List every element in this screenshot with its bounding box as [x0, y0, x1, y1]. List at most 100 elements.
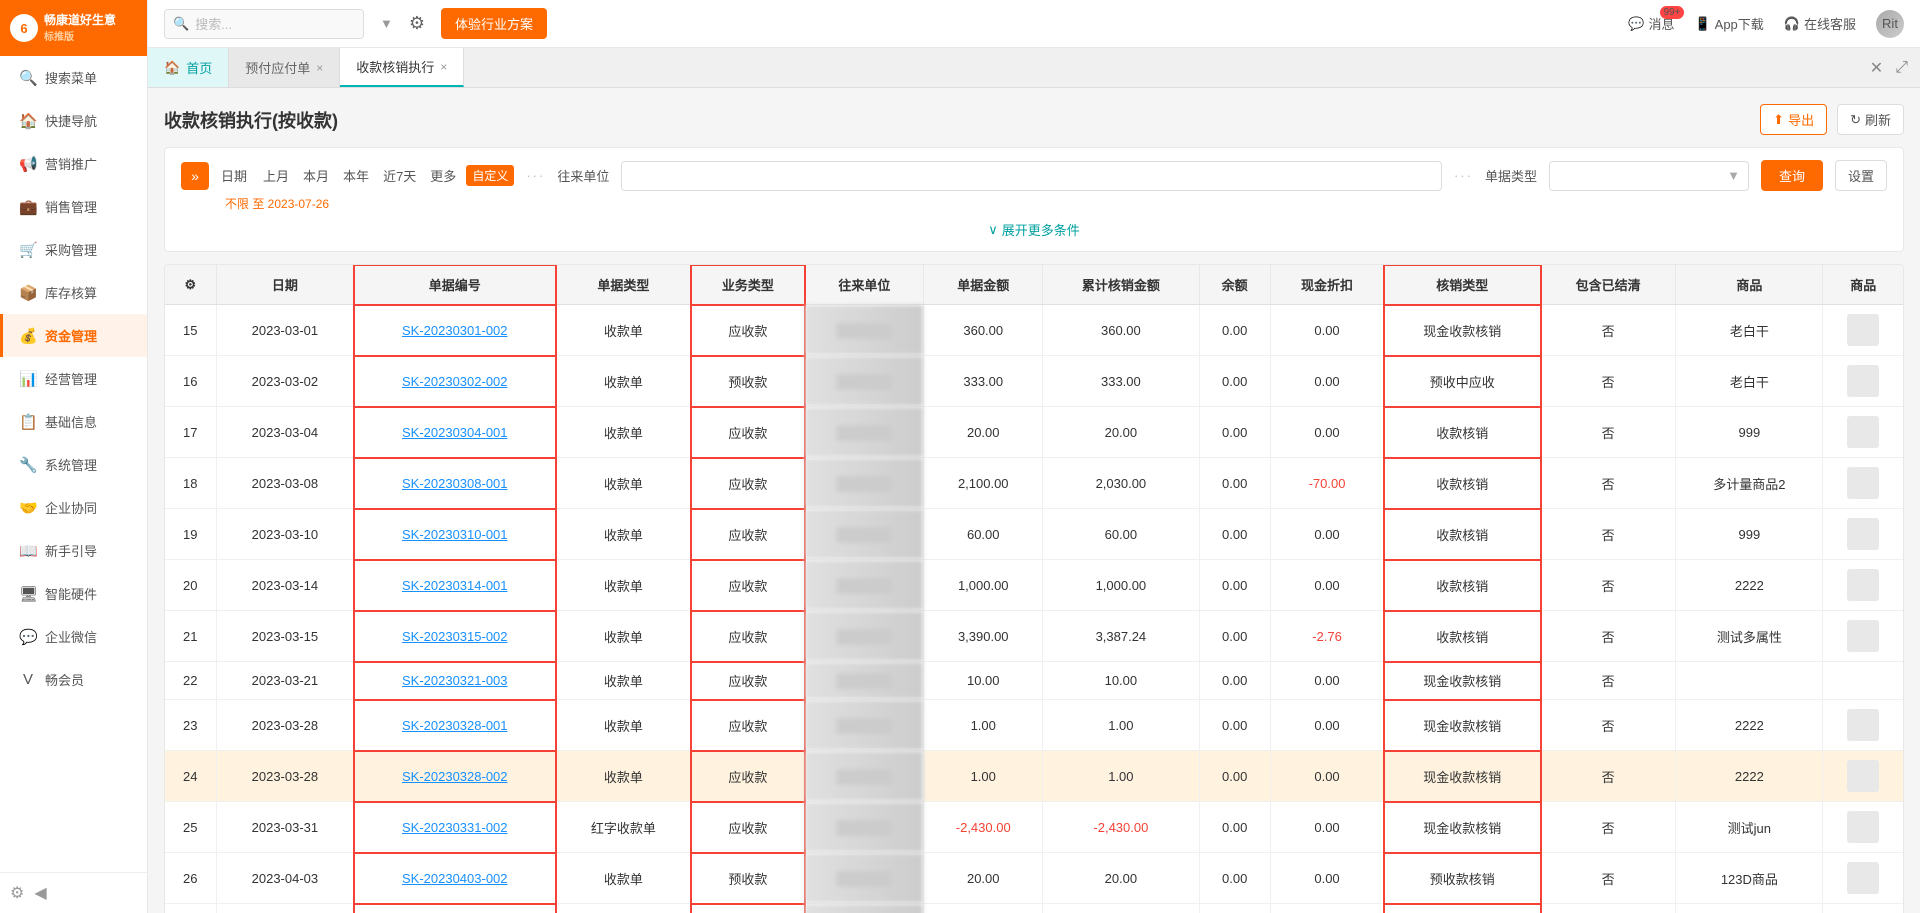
row-balance: 0.00 [1199, 560, 1270, 611]
row-bill-no[interactable]: SK-20230310-001 [354, 509, 556, 560]
sidebar-item-capital[interactable]: 💰资金管理 [0, 314, 147, 357]
row-bill-no[interactable]: SK-20230328-001 [354, 700, 556, 751]
message-notification[interactable]: 💬 消息 99+ [1628, 14, 1674, 33]
date-opt-this-year[interactable]: 本年 [339, 164, 373, 187]
date-opt-this-month[interactable]: 本月 [299, 164, 333, 187]
settings-button[interactable]: 设置 [1835, 160, 1887, 191]
row-date: 2023-03-15 [216, 611, 354, 662]
row-counterpart: ██████ [805, 904, 924, 913]
sidebar-item-system[interactable]: 🔧系统管理 [0, 443, 147, 486]
row-counterpart: ██████ [805, 751, 924, 802]
row-bill-no[interactable]: SK-20230315-002 [354, 611, 556, 662]
row-biz-type: 应收款 [691, 458, 805, 509]
sidebar-item-guide[interactable]: 📖新手引导 [0, 529, 147, 572]
row-included: 否 [1541, 560, 1676, 611]
sidebar-item-hardware[interactable]: 🖥智能硬件 [0, 572, 147, 615]
row-included: 否 [1541, 611, 1676, 662]
row-bill-type: 收款单 [556, 904, 691, 913]
date-opt-more[interactable]: 更多 [426, 164, 460, 187]
sidebar-item-purchase[interactable]: 🛒采购管理 [0, 228, 147, 271]
tab-prepay[interactable]: 预付应付单 × [229, 48, 340, 87]
avatar[interactable]: Rit [1876, 10, 1904, 38]
sidebar-item-member[interactable]: V畅会员 [0, 658, 147, 701]
row-amount: 60.00 [924, 509, 1043, 560]
table-body: 152023-03-01SK-20230301-002收款单应收款██████3… [165, 305, 1903, 913]
filter-row: » 日期 上月 本月 本年 近7天 更多 自定义 ··· 往来单位 ··· 单据… [181, 160, 1887, 191]
date-opt-7days[interactable]: 近7天 [379, 164, 420, 187]
row-bill-no[interactable]: SK-20230331-002 [354, 802, 556, 853]
search-box[interactable]: 🔍 搜索... [164, 9, 364, 39]
purchase-icon: 🛒 [19, 241, 37, 259]
sidebar-item-sales[interactable]: 💼销售管理 [0, 185, 147, 228]
row-goods2 [1823, 356, 1903, 407]
filter-toggle-btn[interactable]: » [181, 162, 209, 190]
row-discount: 0.00 [1270, 904, 1384, 913]
row-writeoff: 2,030.00 [1043, 458, 1200, 509]
dropdown-arrow[interactable]: ▼ [380, 16, 393, 31]
tab-expand[interactable]: ⤢ [1891, 57, 1912, 79]
sidebar-item-operation[interactable]: 📊经营管理 [0, 357, 147, 400]
row-included: 否 [1541, 751, 1676, 802]
sidebar-item-inventory[interactable]: 📦库存核算 [0, 271, 147, 314]
row-date: 2023-03-10 [216, 509, 354, 560]
col-header-0: ⚙ [165, 265, 216, 305]
row-amount: 20.00 [924, 853, 1043, 904]
sidebar-item-marketing[interactable]: 📢营销推广 [0, 142, 147, 185]
row-bill-no[interactable]: SK-20230308-001 [354, 458, 556, 509]
row-biz-type: 预收款 [691, 356, 805, 407]
row-bill-no[interactable]: SK-20230328-002 [354, 751, 556, 802]
filter-ellipsis-2: ··· [1454, 168, 1473, 183]
collapse-icon[interactable]: ◀ [34, 883, 46, 903]
sidebar-item-search[interactable]: 🔍搜索菜单 [0, 56, 147, 99]
table-row: 162023-03-02SK-20230302-002收款单预收款██████3… [165, 356, 1903, 407]
tabs-bar: 🏠 首页 预付应付单 × 收款核销执行 × ✕ ⤢ [148, 48, 1920, 88]
sidebar-item-basic[interactable]: 📋基础信息 [0, 400, 147, 443]
row-bill-type: 收款单 [556, 509, 691, 560]
online-service[interactable]: 🎧 在线客服 [1784, 14, 1856, 33]
sidebar-item-wechat[interactable]: 💬企业微信 [0, 615, 147, 658]
row-bill-no[interactable]: SK-20230304-001 [354, 407, 556, 458]
settings-icon[interactable]: ⚙ [10, 883, 24, 903]
col-header-5: 往来单位 [805, 265, 924, 305]
col-header-12: 商品 [1676, 265, 1823, 305]
col-header-8: 余额 [1199, 265, 1270, 305]
solution-button[interactable]: 体验行业方案 [441, 8, 547, 39]
tab-close-all[interactable]: ✕ [1866, 56, 1887, 80]
tab-collection[interactable]: 收款核销执行 × [340, 48, 464, 87]
sidebar-item-nav[interactable]: 🏠快捷导航 [0, 99, 147, 142]
data-table: ⚙日期单据编号单据类型业务类型往来单位单据金额累计核销金额余额现金折扣核销类型包… [165, 265, 1903, 913]
bill-type-select[interactable]: ▼ [1549, 161, 1749, 191]
refresh-button[interactable]: ↻ 刷新 [1837, 104, 1904, 135]
row-goods2 [1823, 700, 1903, 751]
row-counterpart: ██████ [805, 662, 924, 700]
date-opt-last-month[interactable]: 上月 [259, 164, 293, 187]
row-writeoff-type: 现金收款核销 [1384, 751, 1541, 802]
row-bill-no[interactable]: SK-20230314-001 [354, 560, 556, 611]
query-button[interactable]: 查询 [1761, 160, 1823, 191]
operation-label: 经营管理 [45, 369, 97, 388]
export-button[interactable]: ⬆ 导出 [1760, 104, 1827, 135]
row-bill-no[interactable]: SK-20230301-002 [354, 305, 556, 356]
message-icon: 💬 [1628, 16, 1644, 32]
table-row: 252023-03-31SK-20230331-002红字收款单应收款█████… [165, 802, 1903, 853]
app-download[interactable]: 📱 App下载 [1694, 14, 1763, 33]
col-header-11: 包含已结清 [1541, 265, 1676, 305]
row-writeoff-type: 现金收款核销 [1384, 700, 1541, 751]
tab-collection-close[interactable]: × [440, 60, 447, 74]
topbar-gear-icon[interactable]: ⚙ [409, 13, 425, 34]
row-bill-no[interactable]: SK-20230408-001 [354, 904, 556, 913]
row-goods: 老白干 [1676, 356, 1823, 407]
row-bill-no[interactable]: SK-20230302-002 [354, 356, 556, 407]
row-amount: 1.00 [924, 751, 1043, 802]
row-goods: 999 [1676, 509, 1823, 560]
counterpart-input[interactable] [621, 161, 1442, 191]
row-balance: 0.00 [1199, 458, 1270, 509]
sidebar-item-corp[interactable]: 🤝企业协同 [0, 486, 147, 529]
date-opt-custom[interactable]: 自定义 [466, 165, 514, 186]
tab-home[interactable]: 🏠 首页 [148, 48, 229, 87]
tab-prepay-close[interactable]: × [316, 61, 323, 75]
row-bill-no[interactable]: SK-20230403-002 [354, 853, 556, 904]
row-bill-no[interactable]: SK-20230321-003 [354, 662, 556, 700]
row-discount: 0.00 [1270, 305, 1384, 356]
expand-conditions-btn[interactable]: ∨ 展开更多条件 [181, 220, 1887, 239]
